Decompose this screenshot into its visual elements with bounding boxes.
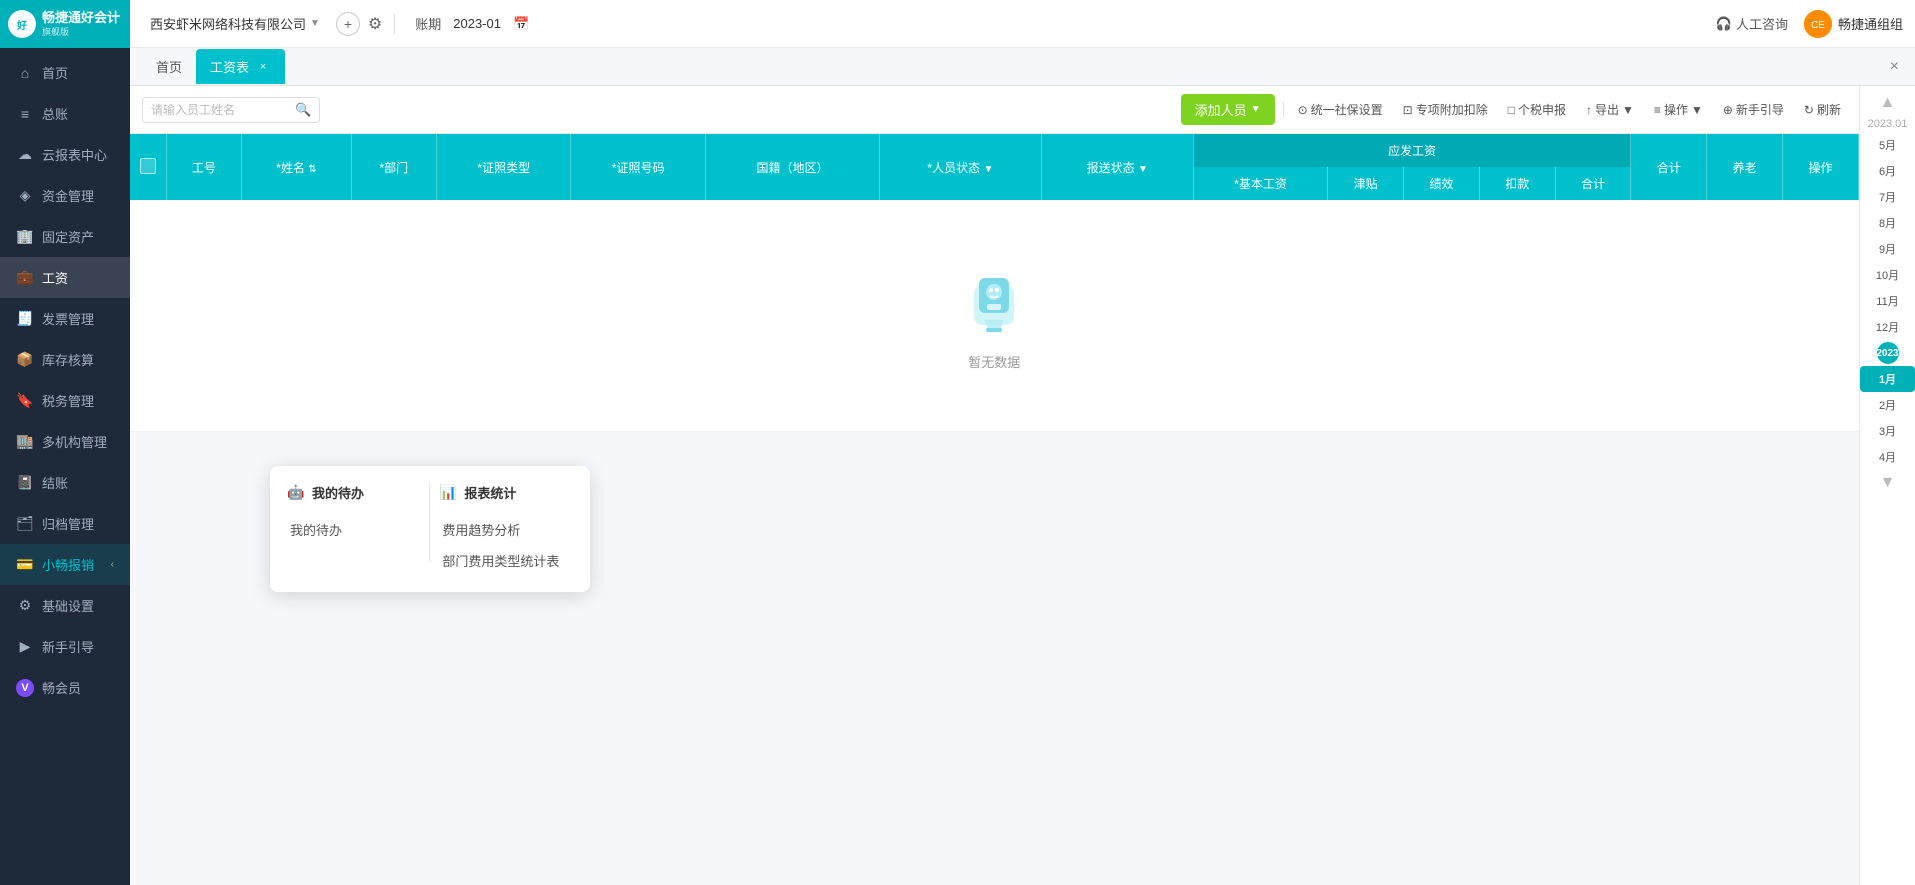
sidebar-item-member-label: 畅会员 [42,678,81,697]
popup-todo-title-text: 我的待办 [312,483,364,502]
expense-expand-icon: ‹ [111,559,114,570]
support-button[interactable]: 🎧 人工咨询 [1716,14,1788,33]
sidebar-item-inventory-label: 库存核算 [42,350,94,369]
svg-text:CE: CE [1811,20,1825,31]
sidebar-item-salary-label: 工资 [42,268,68,287]
popup-menu: 🤖 我的待办 我的待办 📊 报表统计 费用趋势分析 部门费用类型统计表 [270,466,590,592]
popup-divider [429,482,430,562]
user-info[interactable]: CE 畅捷通组组 [1804,10,1903,38]
sidebar-item-inventory[interactable]: 📦 库存核算 [0,339,130,380]
popup-report-item-2[interactable]: 部门费用类型统计表 [438,545,573,576]
content-area: 🔍 添加人员 ▼ ⊙ 统一社保设置 ⊡ 专项附加扣除 □ [130,86,1915,885]
sidebar-item-reports-label: 云报表中心 [42,145,107,164]
logo-icon: 好 [8,10,36,38]
sidebar-item-journal[interactable]: 📓 结账 [0,462,130,503]
settings-icon: ⚙ [16,597,34,614]
sidebar-item-funds[interactable]: ◈ 资金管理 [0,175,130,216]
popup-todo-title: 🤖 我的待办 [286,482,421,502]
topbar: 西安虾米网络科技有限公司 ▼ + ⚙ 账期 2023-01 📅 🎧 人工咨询 C… [130,0,1915,48]
invoice-icon: 🧾 [16,310,34,327]
sidebar-item-tax[interactable]: 🔖 税务管理 [0,380,130,421]
sidebar-nav: ⌂ 首页 ≡ 总账 ☁ 云报表中心 ◈ 资金管理 🏢 固定资产 💼 工资 🧾 发… [0,48,130,885]
tab-salary-label: 工资表 [210,57,249,76]
sidebar-item-expense-label: 小畅报销 [42,555,94,574]
inventory-icon: 📦 [16,351,34,368]
sidebar-item-invoices[interactable]: 🧾 发票管理 [0,298,130,339]
settings-gear-icon[interactable]: ⚙ [368,14,382,34]
tab-salary[interactable]: 工资表 × [196,49,285,84]
sidebar-item-invoices-label: 发票管理 [42,309,94,328]
main-area: 西安虾米网络科技有限公司 ▼ + ⚙ 账期 2023-01 📅 🎧 人工咨询 C… [130,0,1915,885]
tab-bar: 首页 工资表 × × [130,48,1915,86]
popup-reports-title-text: 报表统计 [464,483,516,502]
sidebar-item-settings[interactable]: ⚙ 基础设置 [0,585,130,626]
topbar-right: 🎧 人工咨询 CE 畅捷通组组 [1716,10,1903,38]
popup-content: 🤖 我的待办 我的待办 📊 报表统计 费用趋势分析 部门费用类型统计表 [286,482,574,576]
popup-overlay[interactable]: 🤖 我的待办 我的待办 📊 报表统计 费用趋势分析 部门费用类型统计表 [130,86,1915,885]
member-icon: V [16,679,34,697]
popup-section-todo: 🤖 我的待办 我的待办 [286,482,421,545]
archive-icon: 🗂 [16,515,34,532]
popup-report-item-1[interactable]: 费用趋势分析 [438,514,573,545]
support-label: 人工咨询 [1736,14,1788,33]
sidebar-item-tax-label: 税务管理 [42,391,94,410]
company-selector[interactable]: 西安虾米网络科技有限公司 ▼ [142,10,328,37]
sidebar-item-member[interactable]: V 畅会员 [0,667,130,708]
assets-icon: 🏢 [16,228,34,245]
app-title: 畅捷通好会计 [42,10,120,26]
add-company-button[interactable]: + [336,12,360,36]
salary-icon: 💼 [16,269,34,286]
funds-icon: ◈ [16,187,34,204]
sidebar-item-multiorg-label: 多机构管理 [42,432,107,451]
calendar-icon[interactable]: 📅 [513,16,529,32]
journal-icon: 📓 [16,474,34,491]
sidebar-item-salary[interactable]: 💼 工资 [0,257,130,298]
company-name: 西安虾米网络科技有限公司 [150,14,306,33]
tax-icon: 🔖 [16,392,34,409]
period-label: 账期 [415,14,441,33]
popup-reports-title: 📊 报表统计 [438,482,573,502]
sidebar-item-home-label: 首页 [42,63,68,82]
sidebar-logo: 好 畅捷通好会计 旗舰版 [0,0,130,48]
company-chevron-icon: ▼ [310,18,320,29]
sidebar-item-settings-label: 基础设置 [42,596,94,615]
popup-section-reports: 📊 报表统计 费用趋势分析 部门费用类型统计表 [438,482,573,576]
sidebar: 好 畅捷通好会计 旗舰版 ⌂ 首页 ≡ 总账 ☁ 云报表中心 ◈ 资金管理 🏢 … [0,0,130,885]
sidebar-item-expense[interactable]: 💳 小畅报销 ‹ [0,544,130,585]
tab-home[interactable]: 首页 [142,49,196,84]
sidebar-item-journal-label: 结账 [42,473,68,492]
sidebar-item-guide[interactable]: ▶ 新手引导 [0,626,130,667]
guide-icon: ▶ [16,638,34,655]
tab-bar-close-button[interactable]: × [1886,54,1903,80]
sidebar-item-archive[interactable]: 🗂 归档管理 [0,503,130,544]
username: 畅捷通组组 [1838,14,1903,33]
sidebar-item-assets-label: 固定资产 [42,227,94,246]
sidebar-item-assets[interactable]: 🏢 固定资产 [0,216,130,257]
ledger-icon: ≡ [16,106,34,122]
sidebar-item-multiorg[interactable]: 🏬 多机构管理 [0,421,130,462]
tab-salary-close[interactable]: × [255,59,271,75]
sidebar-item-ledger-label: 总账 [42,104,68,123]
home-icon: ⌂ [16,65,34,81]
expense-icon: 💳 [16,556,34,573]
tab-home-label: 首页 [156,60,182,75]
sidebar-item-guide-label: 新手引导 [42,637,94,656]
app-subtitle: 旗舰版 [42,25,120,38]
user-avatar: CE [1804,10,1832,38]
logo-text-block: 畅捷通好会计 旗舰版 [42,10,120,39]
cloud-icon: ☁ [16,146,34,163]
topbar-divider [394,14,395,34]
popup-todo-item-1[interactable]: 我的待办 [286,514,421,545]
multiorg-icon: 🏬 [16,433,34,450]
sidebar-item-archive-label: 归档管理 [42,514,94,533]
sidebar-item-funds-label: 资金管理 [42,186,94,205]
headset-icon: 🎧 [1716,16,1732,32]
period-value: 2023-01 [453,16,501,31]
sidebar-item-home[interactable]: ⌂ 首页 [0,52,130,93]
todo-icon: 🤖 [286,482,306,502]
sidebar-item-reports[interactable]: ☁ 云报表中心 [0,134,130,175]
reports-icon: 📊 [438,482,458,502]
sidebar-item-ledger[interactable]: ≡ 总账 [0,93,130,134]
